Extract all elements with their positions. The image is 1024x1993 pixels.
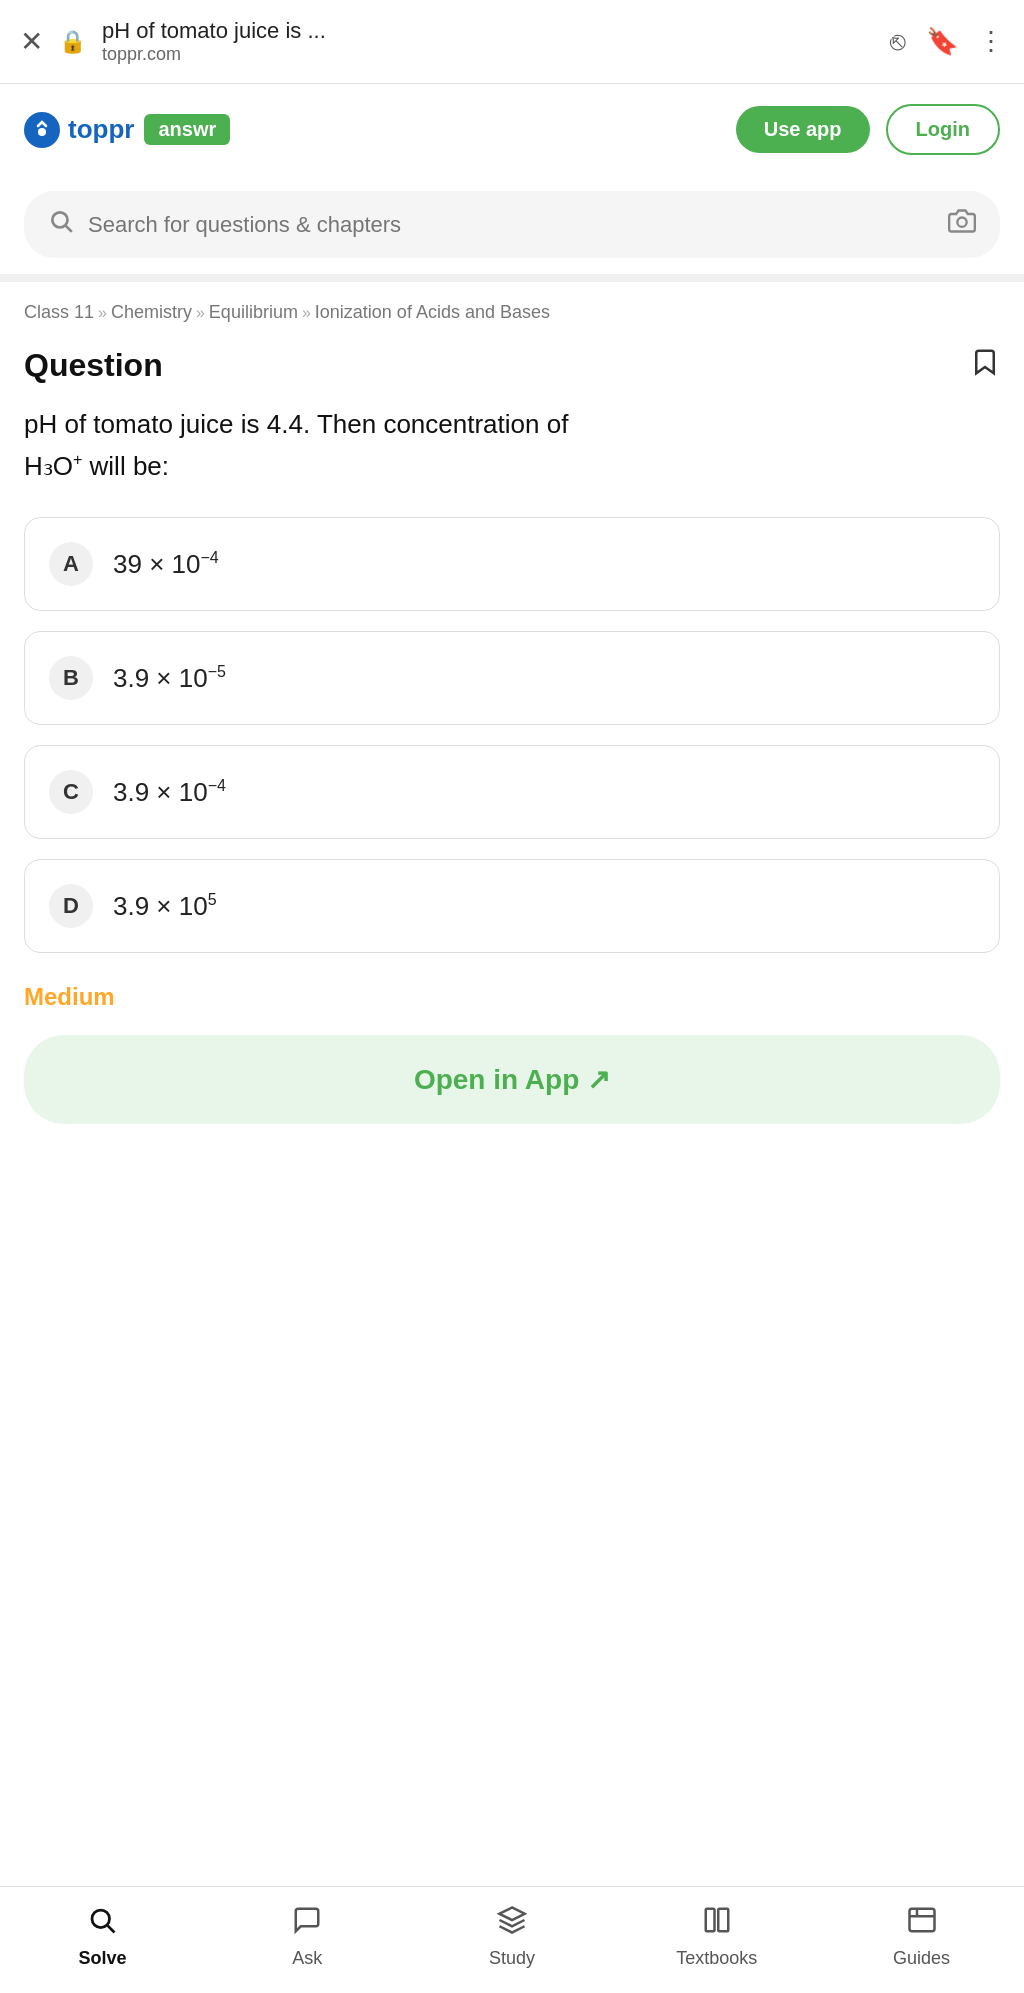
- close-icon[interactable]: ✕: [20, 25, 43, 58]
- toppr-logo: toppr: [24, 112, 134, 148]
- breadcrumb-equilibrium[interactable]: Equilibrium: [209, 302, 298, 323]
- app-header: toppr answr Use app Login: [0, 84, 1024, 175]
- question-label: Question: [24, 347, 163, 384]
- lock-icon: 🔒: [59, 29, 86, 55]
- svg-point-4: [957, 218, 966, 227]
- svg-point-1: [38, 128, 46, 136]
- option-a-text: 39 × 10−4: [113, 549, 219, 580]
- breadcrumb-chemistry[interactable]: Chemistry: [111, 302, 192, 323]
- page-title: pH of tomato juice is ...: [102, 18, 874, 44]
- bookmark-icon[interactable]: 🔖: [926, 26, 958, 57]
- nav-item-guides[interactable]: Guides: [819, 1905, 1024, 1969]
- study-icon: [497, 1905, 527, 1942]
- svg-point-2: [52, 212, 67, 227]
- nav-label-study: Study: [489, 1948, 535, 1969]
- difficulty-badge: Medium: [24, 983, 1000, 1011]
- breadcrumb-sep-1: »: [98, 304, 107, 322]
- option-d[interactable]: D 3.9 × 105: [24, 859, 1000, 953]
- nav-item-solve[interactable]: Solve: [0, 1905, 205, 1969]
- search-bar-container: [0, 175, 1024, 274]
- option-c-text: 3.9 × 10−4: [113, 777, 226, 808]
- nav-item-study[interactable]: Study: [410, 1905, 615, 1969]
- question-header: Question: [24, 347, 1000, 384]
- option-c-label: C: [49, 770, 93, 814]
- option-a[interactable]: A 39 × 10−4: [24, 517, 1000, 611]
- breadcrumb-sep-3: »: [302, 304, 311, 322]
- toppr-text: toppr: [68, 114, 134, 145]
- camera-icon[interactable]: [948, 207, 976, 242]
- section-divider: [0, 274, 1024, 282]
- nav-label-ask: Ask: [292, 1948, 322, 1969]
- nav-label-solve: Solve: [78, 1948, 126, 1969]
- ask-icon: [292, 1905, 322, 1942]
- option-b-label: B: [49, 656, 93, 700]
- question-text-part2: H₃O+ will be:: [24, 451, 169, 481]
- guides-icon: [907, 1905, 937, 1942]
- share-icon[interactable]: ⎋: [890, 26, 906, 57]
- login-button[interactable]: Login: [886, 104, 1000, 155]
- logo-area: toppr answr: [24, 112, 230, 148]
- question-text-part1: pH of tomato juice is 4.4. Then concentr…: [24, 409, 568, 439]
- options-list: A 39 × 10−4 B 3.9 × 10−5 C 3.9 × 10−4 D …: [24, 517, 1000, 953]
- search-bar[interactable]: [24, 191, 1000, 258]
- use-app-button[interactable]: Use app: [736, 106, 870, 153]
- question-bookmark-icon[interactable]: [970, 347, 1000, 384]
- option-c[interactable]: C 3.9 × 10−4: [24, 745, 1000, 839]
- breadcrumb-class11[interactable]: Class 11: [24, 302, 94, 323]
- browser-bar: ✕ 🔒 pH of tomato juice is ... toppr.com …: [0, 0, 1024, 84]
- browser-title-area: pH of tomato juice is ... toppr.com: [102, 18, 874, 65]
- nav-label-textbooks: Textbooks: [676, 1948, 757, 1969]
- svg-point-5: [92, 1910, 110, 1928]
- search-input[interactable]: [88, 212, 934, 238]
- answr-badge: answr: [144, 114, 230, 145]
- breadcrumb-sep-2: »: [196, 304, 205, 322]
- header-buttons: Use app Login: [736, 104, 1000, 155]
- option-a-label: A: [49, 542, 93, 586]
- more-icon[interactable]: ⋮: [978, 26, 1004, 57]
- option-d-text: 3.9 × 105: [113, 891, 217, 922]
- option-b-text: 3.9 × 10−5: [113, 663, 226, 694]
- option-b[interactable]: B 3.9 × 10−5: [24, 631, 1000, 725]
- nav-item-textbooks[interactable]: Textbooks: [614, 1905, 819, 1969]
- breadcrumb-ionization[interactable]: Ionization of Acids and Bases: [315, 302, 550, 323]
- search-icon: [48, 208, 74, 241]
- browser-actions: ⎋ 🔖 ⋮: [890, 26, 1004, 57]
- toppr-icon: [24, 112, 60, 148]
- open-in-app-button[interactable]: Open in App ↗: [24, 1035, 1000, 1124]
- question-section: Question pH of tomato juice is 4.4. Then…: [0, 331, 1024, 1160]
- svg-rect-9: [909, 1909, 934, 1932]
- svg-rect-7: [706, 1909, 715, 1932]
- svg-line-3: [66, 226, 72, 232]
- svg-rect-8: [718, 1909, 728, 1932]
- option-d-label: D: [49, 884, 93, 928]
- nav-item-ask[interactable]: Ask: [205, 1905, 410, 1969]
- solve-icon: [87, 1905, 117, 1942]
- bottom-nav: Solve Ask Study Textbooks: [0, 1886, 1024, 1993]
- textbooks-icon: [702, 1905, 732, 1942]
- breadcrumb: Class 11 » Chemistry » Equilibrium » Ion…: [0, 282, 1024, 331]
- svg-line-6: [108, 1926, 115, 1933]
- page-url: toppr.com: [102, 44, 874, 65]
- nav-label-guides: Guides: [893, 1948, 950, 1969]
- question-text: pH of tomato juice is 4.4. Then concentr…: [24, 404, 1000, 487]
